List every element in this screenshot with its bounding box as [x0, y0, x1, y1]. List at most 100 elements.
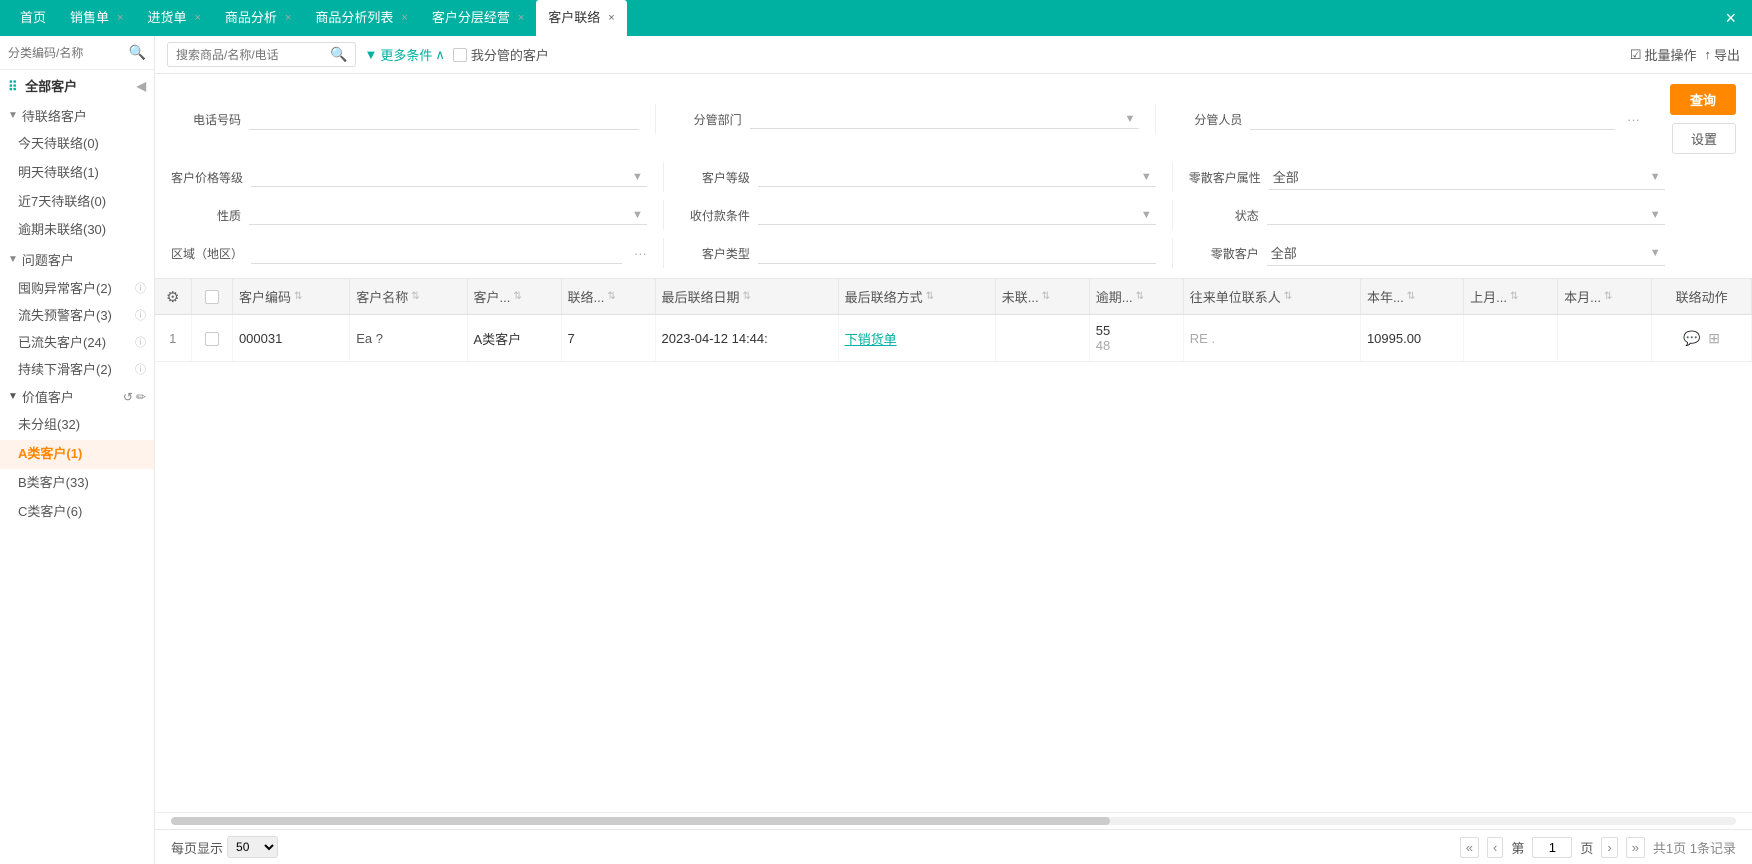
nav-customer-contact[interactable]: 客户联络 ×	[536, 0, 626, 36]
filter-cell-nature: 性质 ▼	[171, 206, 647, 225]
filter-cell-retail: 零散客户 全部 ▼	[1189, 240, 1665, 266]
close-product-analysis-list-tab[interactable]: ×	[401, 0, 407, 36]
filter-payment-select[interactable]: ▼	[758, 206, 1156, 225]
cell-contact-person: RE .	[1183, 315, 1360, 362]
sidebar-search-icon[interactable]: 🔍	[129, 44, 146, 61]
sidebar-value-edit-icon[interactable]: ✏	[136, 390, 146, 404]
table-select-all-checkbox[interactable]	[205, 290, 219, 304]
col-date-sort-icon[interactable]: ⇅	[743, 291, 751, 302]
sidebar-item-churn-warning[interactable]: 流失预警客户(3) ⓘ	[0, 301, 154, 328]
filter-phone-label: 电话号码	[171, 111, 241, 128]
close-sales-tab[interactable]: ×	[117, 0, 123, 36]
nav-sales[interactable]: 销售单 ×	[58, 0, 135, 36]
close-purchase-tab[interactable]: ×	[194, 0, 200, 36]
page-size-select[interactable]: 50 100 200	[227, 836, 278, 858]
filter-price-level-select[interactable]: ▼	[251, 168, 647, 187]
col-method-sort-icon[interactable]: ⇅	[926, 291, 934, 302]
sidebar-item-class-c[interactable]: C类客户(6)	[0, 498, 154, 527]
batch-operation-button[interactable]: ☑ 批量操作	[1630, 45, 1697, 64]
sidebar-value-refresh-icon[interactable]: ↺	[123, 390, 133, 404]
col-last-month-sort-icon[interactable]: ⇅	[1510, 291, 1518, 302]
row-checkbox[interactable]	[205, 332, 219, 346]
filter-phone-input[interactable]	[249, 109, 639, 130]
filter-divider-5	[663, 200, 664, 230]
close-product-analysis-tab[interactable]: ×	[285, 0, 291, 36]
last-method-link[interactable]: 下销货单	[845, 332, 897, 347]
sidebar-group-value[interactable]: ▼ 价值客户 ↺ ✏	[0, 382, 154, 411]
sidebar-item-class-b[interactable]: B类客户(33)	[0, 469, 154, 498]
query-button[interactable]: 查询	[1670, 84, 1736, 115]
col-this-year-sort-icon[interactable]: ⇅	[1407, 291, 1415, 302]
sidebar-item-today[interactable]: 今天待联络(0)	[0, 130, 154, 159]
toolbar-search-input[interactable]	[176, 48, 326, 62]
sidebar-group-waiting-label: 待联络客户	[22, 106, 87, 125]
nav-purchase[interactable]: 进货单 ×	[135, 0, 212, 36]
row-grid-icon[interactable]: ⊞	[1708, 330, 1720, 346]
page-suffix-label: 页	[1580, 838, 1593, 857]
filter-dept-select[interactable]: ▼	[750, 110, 1140, 129]
col-this-month-sort-icon[interactable]: ⇅	[1604, 291, 1612, 302]
sidebar-item-unclassified[interactable]: 未分组(32)	[0, 411, 154, 440]
table-gear-button[interactable]: ⚙	[166, 288, 179, 306]
close-customer-tier-tab[interactable]: ×	[518, 0, 524, 36]
toolbar-search-icon[interactable]: 🔍	[330, 46, 347, 63]
scrollbar-thumb[interactable]	[171, 817, 1110, 825]
filter-retail-attr-select[interactable]: 全部 ▼	[1269, 164, 1665, 190]
sidebar-group-problem[interactable]: ▼ 问题客户	[0, 245, 154, 274]
close-all-tabs[interactable]: ×	[1717, 8, 1744, 29]
col-type-sort-icon[interactable]: ⇅	[513, 291, 521, 302]
col-overdue-sort-icon[interactable]: ⇅	[1136, 291, 1144, 302]
filter-region-input[interactable]	[251, 243, 622, 264]
filter-row-2: 客户价格等级 ▼ 客户等级 ▼ 零散客户属性	[171, 162, 1736, 192]
cell-customer-type: A类客户	[467, 315, 561, 362]
prev-page-button[interactable]: ‹	[1487, 837, 1503, 858]
next-page-button[interactable]: ›	[1601, 837, 1617, 858]
filter-person-dots[interactable]: ···	[1627, 112, 1640, 127]
scrollbar-track	[171, 817, 1736, 825]
sidebar-item-7days[interactable]: 近7天待联络(0)	[0, 188, 154, 217]
cell-last-date: 2023-04-12 14:44:	[655, 315, 838, 362]
filter-customer-level-select[interactable]: ▼	[758, 168, 1156, 187]
col-code-sort-icon[interactable]: ⇅	[294, 291, 302, 302]
sidebar-item-abnormal[interactable]: 囤购异常客户(2) ⓘ	[0, 274, 154, 301]
nav-customer-tier[interactable]: 客户分层经营 ×	[420, 0, 536, 36]
my-customers-checkbox[interactable]	[453, 48, 467, 62]
sidebar-search-input[interactable]	[8, 46, 129, 60]
settings-button[interactable]: 设置	[1672, 123, 1736, 154]
sidebar-item-churned[interactable]: 已流失客户(24) ⓘ	[0, 328, 154, 355]
nav-home[interactable]: 首页	[8, 0, 58, 36]
sidebar-group-waiting[interactable]: ▼ 待联络客户	[0, 101, 154, 130]
last-page-button[interactable]: »	[1626, 837, 1645, 858]
sidebar-collapse-icon[interactable]: ◀	[137, 79, 146, 93]
filter-nature-select[interactable]: ▼	[249, 206, 647, 225]
col-contact-sort-icon[interactable]: ⇅	[607, 291, 615, 302]
info-icon-abnormal: ⓘ	[135, 280, 146, 296]
filter-region-dots[interactable]: ···	[634, 246, 647, 261]
sidebar-item-class-a[interactable]: A类客户(1)	[0, 440, 154, 469]
toolbar-search-container: 🔍	[167, 42, 356, 67]
filter-customer-type-input[interactable]	[758, 243, 1156, 264]
sidebar-item-tomorrow[interactable]: 明天待联络(1)	[0, 159, 154, 188]
filter-cell-phone: 电话号码	[171, 109, 639, 130]
sidebar-item-overdue[interactable]: 逾期未联络(30)	[0, 216, 154, 245]
first-page-button[interactable]: «	[1460, 837, 1479, 858]
sidebar-item-declining[interactable]: 持续下滑客户(2) ⓘ	[0, 355, 154, 382]
col-person-sort-icon[interactable]: ⇅	[1284, 291, 1292, 302]
row-chat-icon[interactable]: 💬	[1683, 330, 1700, 346]
export-button[interactable]: ↑ 导出	[1704, 45, 1740, 64]
filter-status-select[interactable]: ▼	[1267, 206, 1665, 225]
col-no-contact-sort-icon[interactable]: ⇅	[1042, 291, 1050, 302]
col-overdue-header: 逾期... ⇅	[1089, 279, 1183, 315]
sidebar-all-customers-header[interactable]: ⠿ 全部客户 ◀	[0, 70, 154, 101]
page-number-input[interactable]	[1532, 837, 1572, 858]
nav-product-analysis-list[interactable]: 商品分析列表 ×	[303, 0, 419, 36]
more-filter-button[interactable]: ▼ 更多条件 ∧	[364, 45, 444, 64]
nav-product-analysis[interactable]: 商品分析 ×	[213, 0, 303, 36]
my-customers-filter[interactable]: 我分管的客户	[453, 45, 549, 64]
filter-retail-select[interactable]: 全部 ▼	[1267, 240, 1665, 266]
cell-name: Ea ?	[350, 315, 467, 362]
filter-person-input[interactable]	[1250, 109, 1615, 130]
page-size-container: 每页显示 50 100 200	[171, 836, 278, 858]
close-customer-contact-tab[interactable]: ×	[608, 0, 614, 36]
col-name-sort-icon[interactable]: ⇅	[411, 291, 419, 302]
